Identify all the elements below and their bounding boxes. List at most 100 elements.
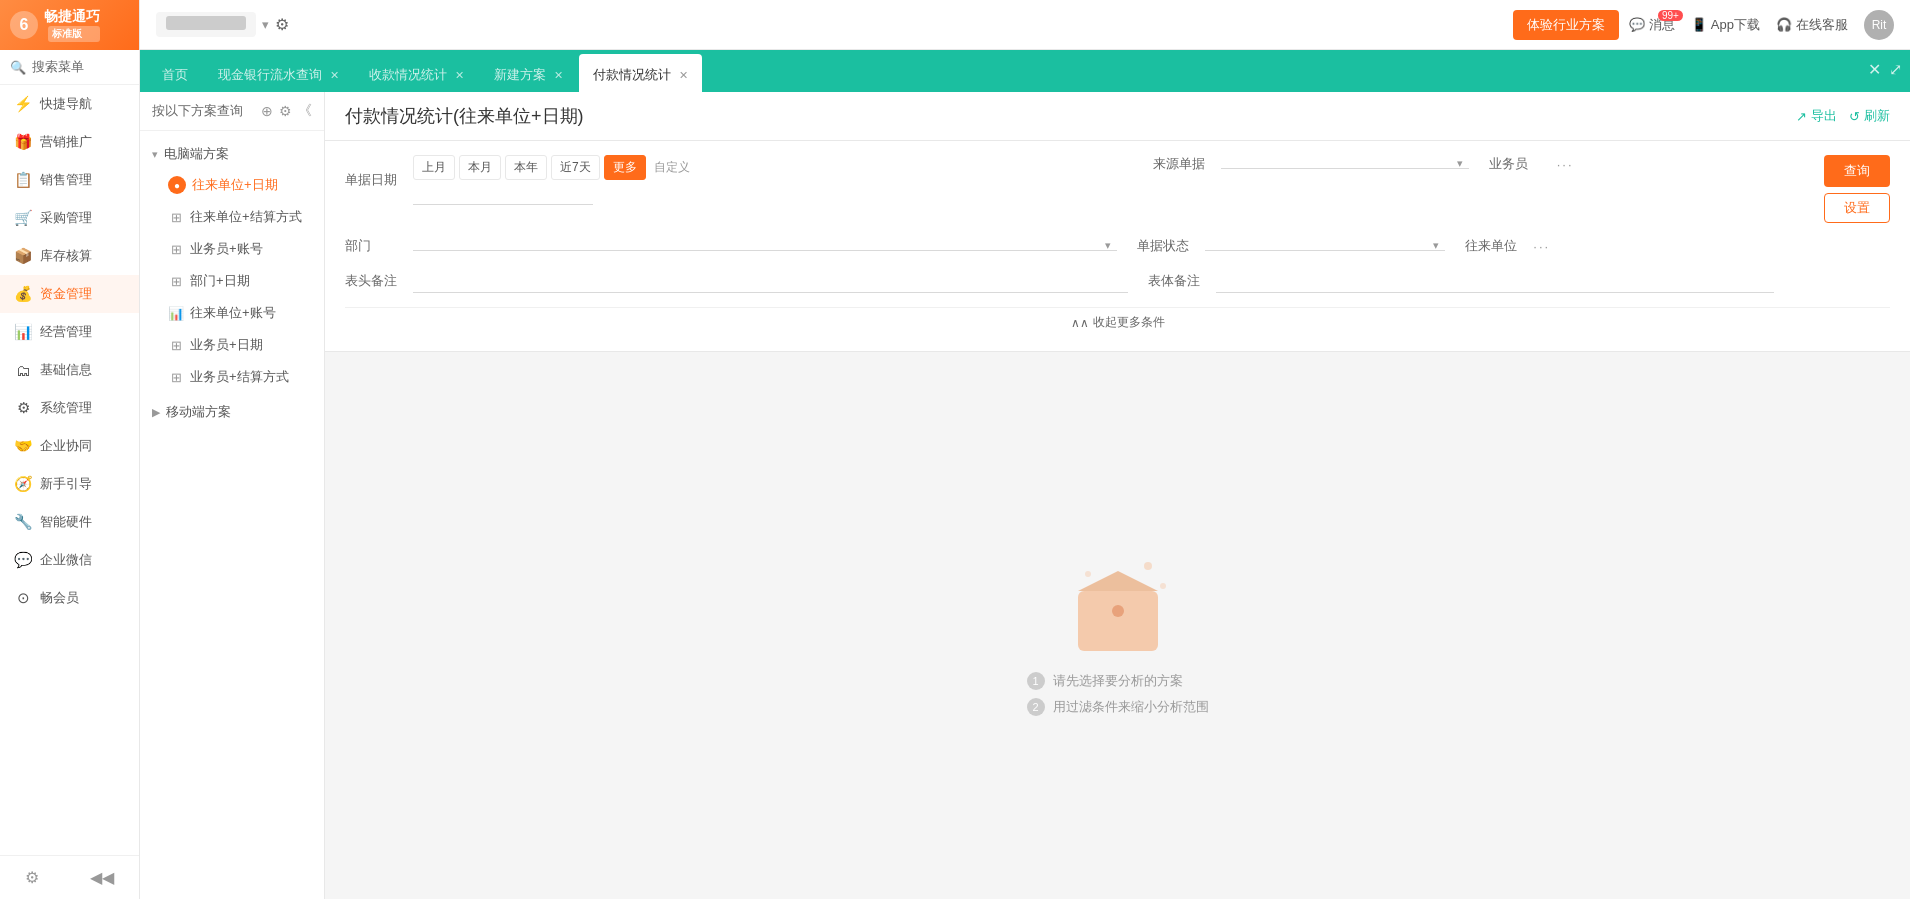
collapse-sidebar-btn[interactable]: ◀◀ [86,864,118,891]
refresh-btn[interactable]: ↺ 刷新 [1849,107,1890,125]
last-7days-btn[interactable]: 近7天 [551,155,600,180]
mobile-group-header[interactable]: ▶ 移动端方案 [140,397,324,427]
tab-bank-flow[interactable]: 现金银行流水查询 ✕ [204,54,353,96]
chevron-down-icon: ▾ [1433,239,1439,252]
chart-icon: 📊 [168,305,184,321]
sidebar-item-label: 企业微信 [40,551,92,569]
this-month-btn[interactable]: 本月 [459,155,501,180]
doc-status-select[interactable]: ▾ [1205,242,1446,251]
filter-settings-btn[interactable]: 设置 [1824,193,1890,223]
tab-label: 收款情况统计 [369,66,447,84]
scheme-item-salesperson-date[interactable]: ⊞ 业务员+日期 [140,329,324,361]
scheme-settings-btn[interactable]: ⚙ [279,103,292,119]
scheme-item-dept-date[interactable]: ⊞ 部门+日期 [140,265,324,297]
finance-icon: 💰 [14,285,32,303]
tab-label: 首页 [162,66,188,84]
add-scheme-btn[interactable]: ⊕ [261,103,273,119]
close-tab-btn[interactable]: ✕ [1868,60,1881,79]
tab-new-scheme[interactable]: 新建方案 ✕ [480,54,577,96]
tab-label: 现金银行流水查询 [218,66,322,84]
sidebar: 6 畅捷通巧 标准版 🔍 搜索菜单 ⚡ 快捷导航 🎁 营销推广 📋 销售管理 🛒… [0,0,140,899]
tab-receipt-stats[interactable]: 收款情况统计 ✕ [355,54,478,96]
chevron-down-icon: ▾ [152,148,158,161]
tab-close-btn[interactable]: ✕ [455,69,464,82]
last-month-btn[interactable]: 上月 [413,155,455,180]
sidebar-item-guide[interactable]: 🧭 新手引导 [0,465,139,503]
table-icon: ⊞ [168,273,184,289]
salesperson-select-dots[interactable]: ··· [1557,157,1574,172]
tab-payment-stats[interactable]: 付款情况统计 ✕ [579,54,702,96]
tab-close-btn[interactable]: ✕ [554,69,563,82]
hint-num-1: 1 [1027,672,1045,690]
header-remark-input[interactable] [413,269,1128,293]
content-area: 按以下方案查询 ⊕ ⚙ 《 ▾ 电脑端方案 ● 往来单位+日期 [140,92,1910,899]
desktop-group-header[interactable]: ▾ 电脑端方案 [140,139,324,169]
query-button[interactable]: 查询 [1824,155,1890,187]
sidebar-item-quick-nav[interactable]: ⚡ 快捷导航 [0,85,139,123]
sidebar-item-vip[interactable]: ⊙ 畅会员 [0,579,139,617]
app-download-btn[interactable]: 📱 App下载 [1691,16,1760,34]
hint-num-2: 2 [1027,698,1045,716]
sidebar-item-wechat[interactable]: 💬 企业微信 [0,541,139,579]
export-btn[interactable]: ↗ 导出 [1796,107,1837,125]
salesperson-label: 业务员 [1489,155,1549,173]
right-panel: 付款情况统计(往来单位+日期) ↗ 导出 ↺ 刷新 单 [325,92,1910,899]
tab-home[interactable]: 首页 [148,54,202,96]
message-badge: 99+ [1658,10,1683,21]
sidebar-item-inventory[interactable]: 📦 库存核算 [0,237,139,275]
inventory-icon: 📦 [14,247,32,265]
filter-row-2: 部门 ▾ 单据状态 ▾ 往来单位 ··· [345,237,1890,255]
vip-icon: ⊙ [14,589,32,607]
scheme-item-partner-settle[interactable]: ⊞ 往来单位+结算方式 [140,201,324,233]
sidebar-item-label: 基础信息 [40,361,92,379]
settings-icon[interactable]: ⚙ [275,15,289,34]
user-dropdown-chevron[interactable]: ▾ [262,17,269,32]
user-avatar[interactable]: Rit [1864,10,1894,40]
date-range-input[interactable]: 2022-01-01 至 2022-12-31 [413,184,593,205]
expand-tab-btn[interactable]: ⤢ [1889,60,1902,79]
sidebar-item-sales[interactable]: 📋 销售管理 [0,161,139,199]
main-body: 1 请先选择要分析的方案 2 用过滤条件来缩小分析范围 [325,352,1910,899]
sidebar-item-purchase[interactable]: 🛒 采购管理 [0,199,139,237]
date-control: 上月 本月 本年 近7天 更多 自定义 2022-01-01 至 2022-12… [413,155,1133,205]
collapse-more-btn[interactable]: ∧∧ 收起更多条件 [345,307,1890,337]
online-service-btn[interactable]: 🎧 在线客服 [1776,16,1848,34]
more-date-btn[interactable]: 更多 [604,155,646,180]
table-icon: ⊞ [168,209,184,225]
sidebar-item-label: 采购管理 [40,209,92,227]
sidebar-item-enterprise[interactable]: 🤝 企业协同 [0,427,139,465]
search-menu-btn[interactable]: 🔍 搜索菜单 [10,58,129,76]
date-label: 单据日期 [345,171,405,189]
scheme-item-partner-date[interactable]: ● 往来单位+日期 [140,169,324,201]
scheme-item-salesperson-account[interactable]: ⊞ 业务员+账号 [140,233,324,265]
desktop-group-label: 电脑端方案 [164,145,229,163]
scheme-item-salesperson-settle[interactable]: ⊞ 业务员+结算方式 [140,361,324,393]
collapse-scheme-btn[interactable]: 《 [298,102,312,120]
empty-hint-2: 2 用过滤条件来缩小分析范围 [1027,698,1209,716]
sidebar-item-system[interactable]: ⚙ 系统管理 [0,389,139,427]
scheme-item-partner-account[interactable]: 📊 往来单位+账号 [140,297,324,329]
table-icon: ⊞ [168,369,184,385]
collapse-up-icon: ∧∧ [1071,316,1089,330]
sidebar-item-basic[interactable]: 🗂 基础信息 [0,351,139,389]
settings-footer-btn[interactable]: ⚙ [21,864,43,891]
this-year-btn[interactable]: 本年 [505,155,547,180]
sidebar-item-marketing[interactable]: 🎁 营销推广 [0,123,139,161]
sidebar-item-operation[interactable]: 📊 经营管理 [0,313,139,351]
body-remark-input[interactable] [1216,269,1774,293]
message-btn[interactable]: 💬 消息 99+ [1629,16,1675,34]
tab-close-btn[interactable]: ✕ [330,69,339,82]
basic-icon: 🗂 [14,361,32,379]
dept-label: 部门 [345,237,405,255]
partner-select-dots[interactable]: ··· [1533,239,1550,254]
sidebar-item-label: 企业协同 [40,437,92,455]
sidebar-search-area[interactable]: 🔍 搜索菜单 [0,50,139,85]
try-industry-btn[interactable]: 体验行业方案 [1513,10,1619,40]
tab-close-btn[interactable]: ✕ [679,69,688,82]
dept-select[interactable]: ▾ [413,242,1117,251]
page-title: 付款情况统计(往来单位+日期) [345,104,584,128]
source-doc-select[interactable]: ▾ [1221,160,1468,169]
desktop-scheme-group: ▾ 电脑端方案 ● 往来单位+日期 ⊞ 往来单位+结算方式 ⊞ 业务员+账号 [140,139,324,393]
sidebar-item-hardware[interactable]: 🔧 智能硬件 [0,503,139,541]
sidebar-item-finance[interactable]: 💰 资金管理 [0,275,139,313]
